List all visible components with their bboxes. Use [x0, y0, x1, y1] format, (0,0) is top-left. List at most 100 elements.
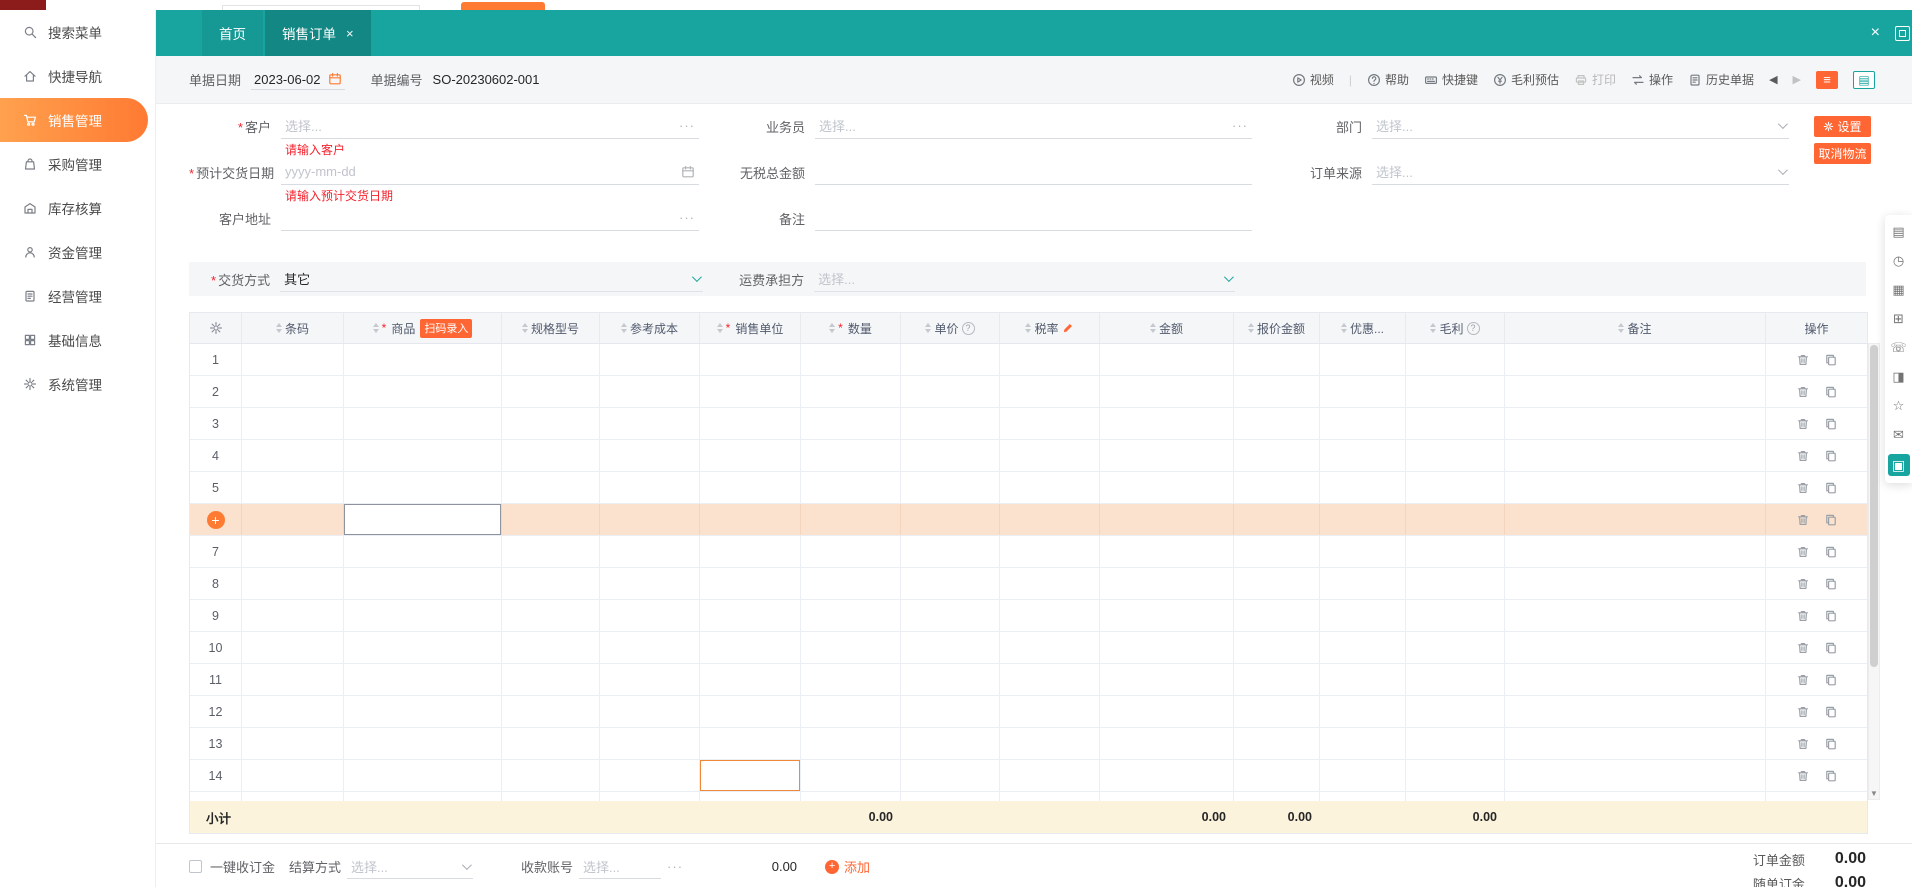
customer-address-input[interactable]: ··· [281, 205, 699, 231]
cell-quote[interactable] [1234, 376, 1320, 407]
delete-row-icon[interactable] [1796, 737, 1810, 751]
cell-price[interactable] [901, 632, 1000, 663]
cell-tax[interactable] [1000, 376, 1100, 407]
tax-free-amount-input[interactable] [815, 159, 1252, 185]
picker-ellipsis-icon[interactable]: ··· [679, 118, 695, 133]
sidebar-item-system-management[interactable]: 系统管理 [0, 362, 155, 406]
sort-icon[interactable] [521, 323, 528, 333]
cell-product[interactable] [344, 664, 502, 695]
cell-quote[interactable] [1234, 408, 1320, 439]
cell-discount[interactable] [1320, 760, 1406, 791]
account-select[interactable]: 选择... [579, 855, 662, 879]
cell-cost[interactable] [600, 408, 700, 439]
delete-row-icon[interactable] [1796, 705, 1810, 719]
cell-tax[interactable] [1000, 504, 1100, 535]
add-row-button[interactable]: + [206, 510, 225, 529]
cell-discount[interactable] [1320, 728, 1406, 759]
cell-qty[interactable] [801, 504, 901, 535]
sidebar-item-sales-management[interactable]: 销售管理 [0, 98, 148, 142]
cell-tax[interactable] [1000, 600, 1100, 631]
column-header-spec[interactable]: 规格型号 [502, 313, 600, 343]
side-tool-plus-grid-tool-icon[interactable]: ⊞ [1889, 309, 1909, 329]
cell-remark[interactable] [1505, 504, 1766, 535]
cell-ops[interactable] [1766, 760, 1867, 791]
cell-qty[interactable] [801, 344, 901, 375]
corner-icon[interactable] [1895, 25, 1910, 41]
cell-profit[interactable] [1406, 504, 1505, 535]
side-tool-form-tool-icon[interactable]: ▤ [1889, 222, 1909, 242]
column-header-profit[interactable]: 毛利? [1406, 313, 1505, 343]
cell-product[interactable] [344, 376, 502, 407]
cell-quote[interactable] [1234, 440, 1320, 471]
cell-discount[interactable] [1320, 536, 1406, 567]
delete-row-icon[interactable] [1796, 641, 1810, 655]
sidebar-item-basic-info[interactable]: 基础信息 [0, 318, 155, 362]
deposit-checkbox[interactable] [189, 860, 202, 873]
cell-price[interactable] [901, 440, 1000, 471]
cell-spec[interactable] [502, 696, 600, 727]
cell-product[interactable] [344, 472, 502, 503]
cell-spec[interactable] [502, 440, 600, 471]
cell-product[interactable] [344, 760, 502, 791]
picker-ellipsis-icon[interactable]: ··· [1232, 118, 1248, 133]
cell-profit[interactable] [1406, 376, 1505, 407]
cell-quote[interactable] [1234, 632, 1320, 663]
cell-ops[interactable] [1766, 536, 1867, 567]
column-header-price[interactable]: 单价? [901, 313, 1000, 343]
column-header-quote[interactable]: 报价金额 [1234, 313, 1320, 343]
cell-remark[interactable] [1505, 728, 1766, 759]
cell-profit[interactable] [1406, 472, 1505, 503]
help-button[interactable]: 帮助 [1367, 71, 1409, 88]
tab-close-icon[interactable]: × [346, 26, 354, 41]
cell-spec[interactable] [502, 344, 600, 375]
sidebar-item-fund-management[interactable]: 资金管理 [0, 230, 155, 274]
cell-remark[interactable] [1505, 536, 1766, 567]
cell-quote[interactable] [1234, 536, 1320, 567]
copy-row-icon[interactable] [1824, 449, 1838, 463]
cell-tax[interactable] [1000, 408, 1100, 439]
top-partial-button[interactable] [461, 2, 545, 10]
cell-amount[interactable] [1100, 536, 1234, 567]
cell-profit[interactable] [1406, 568, 1505, 599]
cell-qty[interactable] [801, 440, 901, 471]
profit-estimate-button[interactable]: 毛利预估 [1493, 71, 1559, 88]
settlement-select[interactable]: 选择... [347, 855, 474, 879]
cell-product[interactable] [344, 600, 502, 631]
copy-row-icon[interactable] [1824, 385, 1838, 399]
cell-unit[interactable] [700, 536, 801, 567]
cell-product[interactable] [344, 344, 502, 375]
column-header-amount[interactable]: 金额 [1100, 313, 1234, 343]
cell-quote[interactable] [1234, 568, 1320, 599]
delete-row-icon[interactable] [1796, 577, 1810, 591]
cell-amount[interactable] [1100, 344, 1234, 375]
cell-barcode[interactable] [242, 440, 344, 471]
delete-row-icon[interactable] [1796, 449, 1810, 463]
cell-ops[interactable] [1766, 472, 1867, 503]
cell-cost[interactable] [600, 344, 700, 375]
copy-row-icon[interactable] [1824, 353, 1838, 367]
unit-cell-input[interactable] [700, 760, 800, 791]
side-tool-clock-tool-icon[interactable]: ◷ [1889, 251, 1909, 271]
cell-barcode[interactable] [242, 696, 344, 727]
copy-row-icon[interactable] [1824, 737, 1838, 751]
cell-qty[interactable] [801, 568, 901, 599]
sidebar-item-purchase-management[interactable]: 采购管理 [0, 142, 155, 186]
cell-qty[interactable] [801, 472, 901, 503]
cell-discount[interactable] [1320, 632, 1406, 663]
sort-icon[interactable] [1025, 323, 1032, 333]
cell-barcode[interactable] [242, 600, 344, 631]
scrollbar-down-arrow[interactable]: ▼ [1869, 789, 1879, 798]
cell-remark[interactable] [1505, 344, 1766, 375]
cell-tax[interactable] [1000, 472, 1100, 503]
side-tool-star-tool-icon[interactable]: ☆ [1889, 396, 1909, 416]
copy-row-icon[interactable] [1824, 641, 1838, 655]
column-header-remark[interactable]: 备注 [1505, 313, 1766, 343]
cell-remark[interactable] [1505, 440, 1766, 471]
cell-ops[interactable] [1766, 600, 1867, 631]
cell-discount[interactable] [1320, 376, 1406, 407]
cell-product[interactable] [344, 696, 502, 727]
cell-qty[interactable] [801, 600, 901, 631]
copy-row-icon[interactable] [1824, 417, 1838, 431]
cell-barcode[interactable] [242, 536, 344, 567]
cell-remark[interactable] [1505, 664, 1766, 695]
